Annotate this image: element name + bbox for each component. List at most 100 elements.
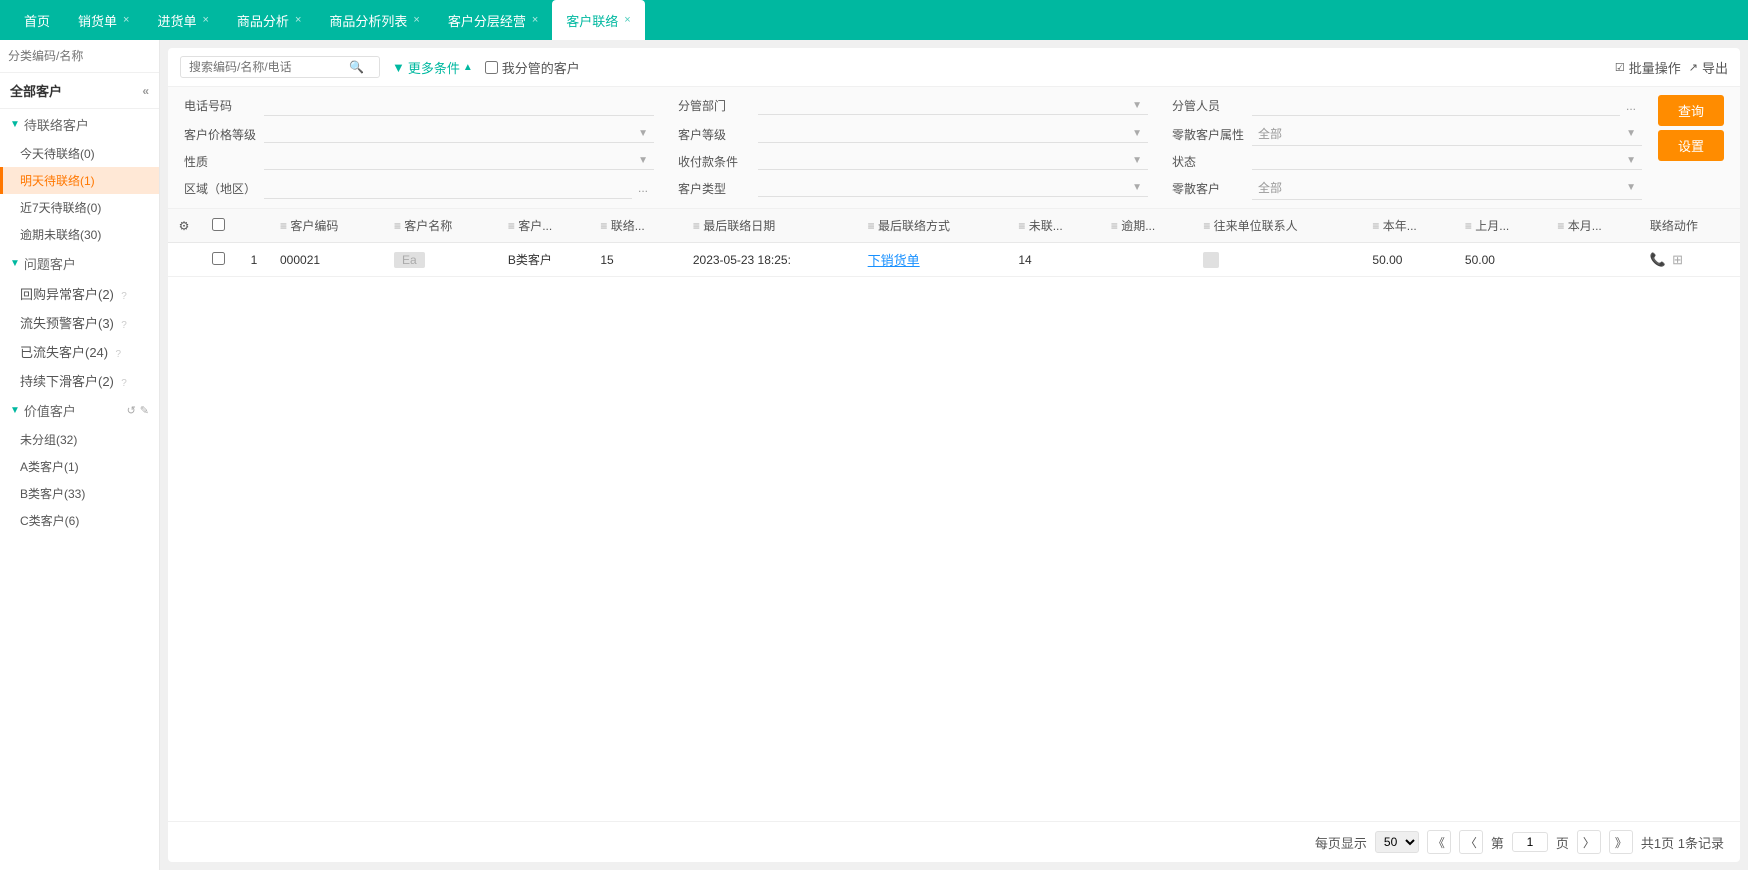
filter-retail-attr: 零散客户属性 全部 ▼ bbox=[1172, 122, 1642, 146]
help-icon-declining[interactable]: ? bbox=[121, 378, 127, 389]
status-select[interactable]: ▼ bbox=[1252, 152, 1642, 170]
next-page-btn[interactable]: 〉 bbox=[1577, 830, 1601, 854]
close-product-list-icon[interactable]: × bbox=[413, 14, 419, 26]
sidebar-item-declining[interactable]: 持续下滑客户(2) ? bbox=[0, 366, 159, 395]
sidebar-item-class-a[interactable]: A类客户(1) bbox=[0, 453, 159, 480]
filter-customer-type: 客户类型 ▼ bbox=[678, 179, 1148, 197]
region-more-btn[interactable]: ... bbox=[632, 181, 654, 195]
filter-price-level: 客户价格等级 ▼ bbox=[184, 125, 654, 143]
customer-type-select[interactable]: ▼ bbox=[758, 179, 1148, 197]
more-conditions-btn[interactable]: ▼ 更多条件 ▲ bbox=[392, 58, 473, 77]
payment-select[interactable]: ▼ bbox=[758, 152, 1148, 170]
row-checkbox[interactable] bbox=[212, 252, 225, 265]
th-overdue[interactable]: 逾期... bbox=[1103, 209, 1195, 243]
row-last-method[interactable]: 下销货单 bbox=[860, 243, 1011, 277]
nav-sales[interactable]: 销货单 × bbox=[64, 0, 143, 40]
close-product-analysis-icon[interactable]: × bbox=[295, 14, 301, 26]
th-settings[interactable]: ⚙ bbox=[168, 209, 200, 243]
retail-attr-select[interactable]: 全部 ▼ bbox=[1252, 122, 1642, 146]
filter-nature: 性质 ▼ bbox=[184, 152, 654, 170]
filter-search-icon[interactable]: 🔍 bbox=[349, 60, 364, 74]
sidebar-item-today[interactable]: 今天待联络(0) bbox=[0, 140, 159, 167]
th-level[interactable]: 客户... bbox=[500, 209, 592, 243]
th-code[interactable]: 客户编码 bbox=[272, 209, 386, 243]
retail-select[interactable]: 全部 ▼ bbox=[1252, 176, 1642, 200]
sidebar-all-customers[interactable]: 全部客户 « bbox=[0, 73, 159, 109]
close-sales-icon[interactable]: × bbox=[123, 14, 129, 26]
sidebar-item-7days[interactable]: 近7天待联络(0) bbox=[0, 194, 159, 221]
row-pending: 14 bbox=[1010, 243, 1102, 277]
sidebar-group-problem[interactable]: ▼ 问题客户 bbox=[0, 248, 159, 279]
my-customers-checkbox-area: 我分管的客户 bbox=[485, 58, 580, 77]
batch-op-btn[interactable]: ☑ 批量操作 bbox=[1615, 58, 1681, 77]
sidebar-item-class-b[interactable]: B类客户(33) bbox=[0, 480, 159, 507]
phone-action-icon[interactable]: 📞 bbox=[1650, 252, 1666, 268]
sidebar-item-ungrouped[interactable]: 未分组(32) bbox=[0, 426, 159, 453]
customer-level-select[interactable]: ▼ bbox=[758, 125, 1148, 143]
nav-customer-tier[interactable]: 客户分层经营 × bbox=[434, 0, 552, 40]
sidebar-collapse-icon[interactable]: « bbox=[142, 84, 149, 98]
select-all-checkbox[interactable] bbox=[212, 218, 225, 231]
close-customer-contact-icon[interactable]: × bbox=[624, 14, 630, 26]
manager-more-btn[interactable]: ... bbox=[1620, 99, 1642, 113]
filter-row-3: 性质 ▼ 收付款条件 ▼ bbox=[184, 152, 1642, 170]
th-pending[interactable]: 未联... bbox=[1010, 209, 1102, 243]
filter-search-input[interactable] bbox=[189, 60, 349, 74]
nav-purchase[interactable]: 进货单 × bbox=[143, 0, 222, 40]
filter-search-box: 🔍 bbox=[180, 56, 380, 78]
table-row: 1 000021 Ea B类客户 15 2023-05-23 18:25: 下销… bbox=[168, 243, 1740, 277]
dept-select[interactable]: ▼ bbox=[758, 97, 1148, 115]
close-purchase-icon[interactable]: × bbox=[202, 14, 208, 26]
help-icon-churn-warning[interactable]: ? bbox=[121, 320, 127, 331]
nav-customer-contact[interactable]: 客户联络 × bbox=[552, 0, 644, 40]
nav-product-list[interactable]: 商品分析列表 × bbox=[315, 0, 433, 40]
nav-product-analysis[interactable]: 商品分析 × bbox=[223, 0, 315, 40]
close-customer-tier-icon[interactable]: × bbox=[532, 14, 538, 26]
prev-page-btn[interactable]: 〈 bbox=[1459, 830, 1483, 854]
sidebar-item-abnormal[interactable]: 回购异常客户(2) ? bbox=[0, 279, 159, 308]
row-this-month bbox=[1549, 243, 1641, 277]
price-level-select[interactable]: ▼ bbox=[264, 125, 654, 143]
th-name[interactable]: 客户名称 bbox=[386, 209, 500, 243]
th-this-year[interactable]: 本年... bbox=[1364, 209, 1456, 243]
th-last-method[interactable]: 最后联络方式 bbox=[860, 209, 1011, 243]
export-icon: ↗ bbox=[1689, 61, 1698, 74]
pagination-bar: 每页显示 50 《 〈 第 页 〉 》 共1页 1条记录 bbox=[168, 821, 1740, 862]
phone-input[interactable] bbox=[264, 95, 654, 116]
th-last-month[interactable]: 上月... bbox=[1457, 209, 1549, 243]
nav-home[interactable]: 首页 bbox=[10, 0, 64, 40]
page-size-select[interactable]: 50 bbox=[1375, 831, 1419, 853]
sidebar-group-value[interactable]: ▼ 价值客户 ↺ ✎ bbox=[0, 395, 159, 426]
nature-select[interactable]: ▼ bbox=[264, 152, 654, 170]
refresh-icon[interactable]: ↺ bbox=[127, 404, 136, 417]
filter-phone: 电话号码 bbox=[184, 95, 654, 116]
th-contacts[interactable]: 联络... bbox=[592, 209, 684, 243]
settings-button[interactable]: 设置 bbox=[1658, 130, 1724, 161]
sidebar-item-overdue[interactable]: 逾期未联络(30) bbox=[0, 221, 159, 248]
page-number-input[interactable] bbox=[1512, 832, 1548, 852]
sidebar-item-class-c[interactable]: C类客户(6) bbox=[0, 507, 159, 534]
grid-action-icon[interactable]: ⊞ bbox=[1672, 252, 1683, 268]
export-btn[interactable]: ↗ 导出 bbox=[1689, 58, 1728, 77]
filter-row-1: 电话号码 分管部门 ▼ 分管人员 bbox=[184, 95, 1642, 116]
sidebar-search-input[interactable] bbox=[8, 49, 160, 63]
last-page-btn[interactable]: 》 bbox=[1609, 830, 1633, 854]
region-input[interactable] bbox=[264, 178, 632, 199]
sidebar-item-churn-warning[interactable]: 流失预警客户(3) ? bbox=[0, 308, 159, 337]
sidebar-item-tomorrow[interactable]: 明天待联络(1) bbox=[0, 167, 159, 194]
manager-input[interactable] bbox=[1252, 95, 1620, 116]
sidebar-group-pending[interactable]: ▼ 待联络客户 bbox=[0, 109, 159, 140]
th-this-month[interactable]: 本月... bbox=[1549, 209, 1641, 243]
query-button[interactable]: 查询 bbox=[1658, 95, 1724, 126]
th-unit-contact[interactable]: 往来单位联系人 bbox=[1195, 209, 1364, 243]
sidebar-item-churned[interactable]: 已流失客户(24) ? bbox=[0, 337, 159, 366]
filter-dept: 分管部门 ▼ bbox=[678, 97, 1148, 115]
th-last-date[interactable]: 最后联络日期 bbox=[685, 209, 860, 243]
help-icon-abnormal[interactable]: ? bbox=[121, 291, 127, 302]
edit-icon[interactable]: ✎ bbox=[140, 404, 149, 417]
row-name[interactable]: Ea bbox=[386, 243, 500, 277]
my-customers-checkbox[interactable] bbox=[485, 61, 498, 74]
payment-chevron-icon: ▼ bbox=[1132, 155, 1142, 166]
first-page-btn[interactable]: 《 bbox=[1427, 830, 1451, 854]
help-icon-churned[interactable]: ? bbox=[115, 349, 121, 360]
